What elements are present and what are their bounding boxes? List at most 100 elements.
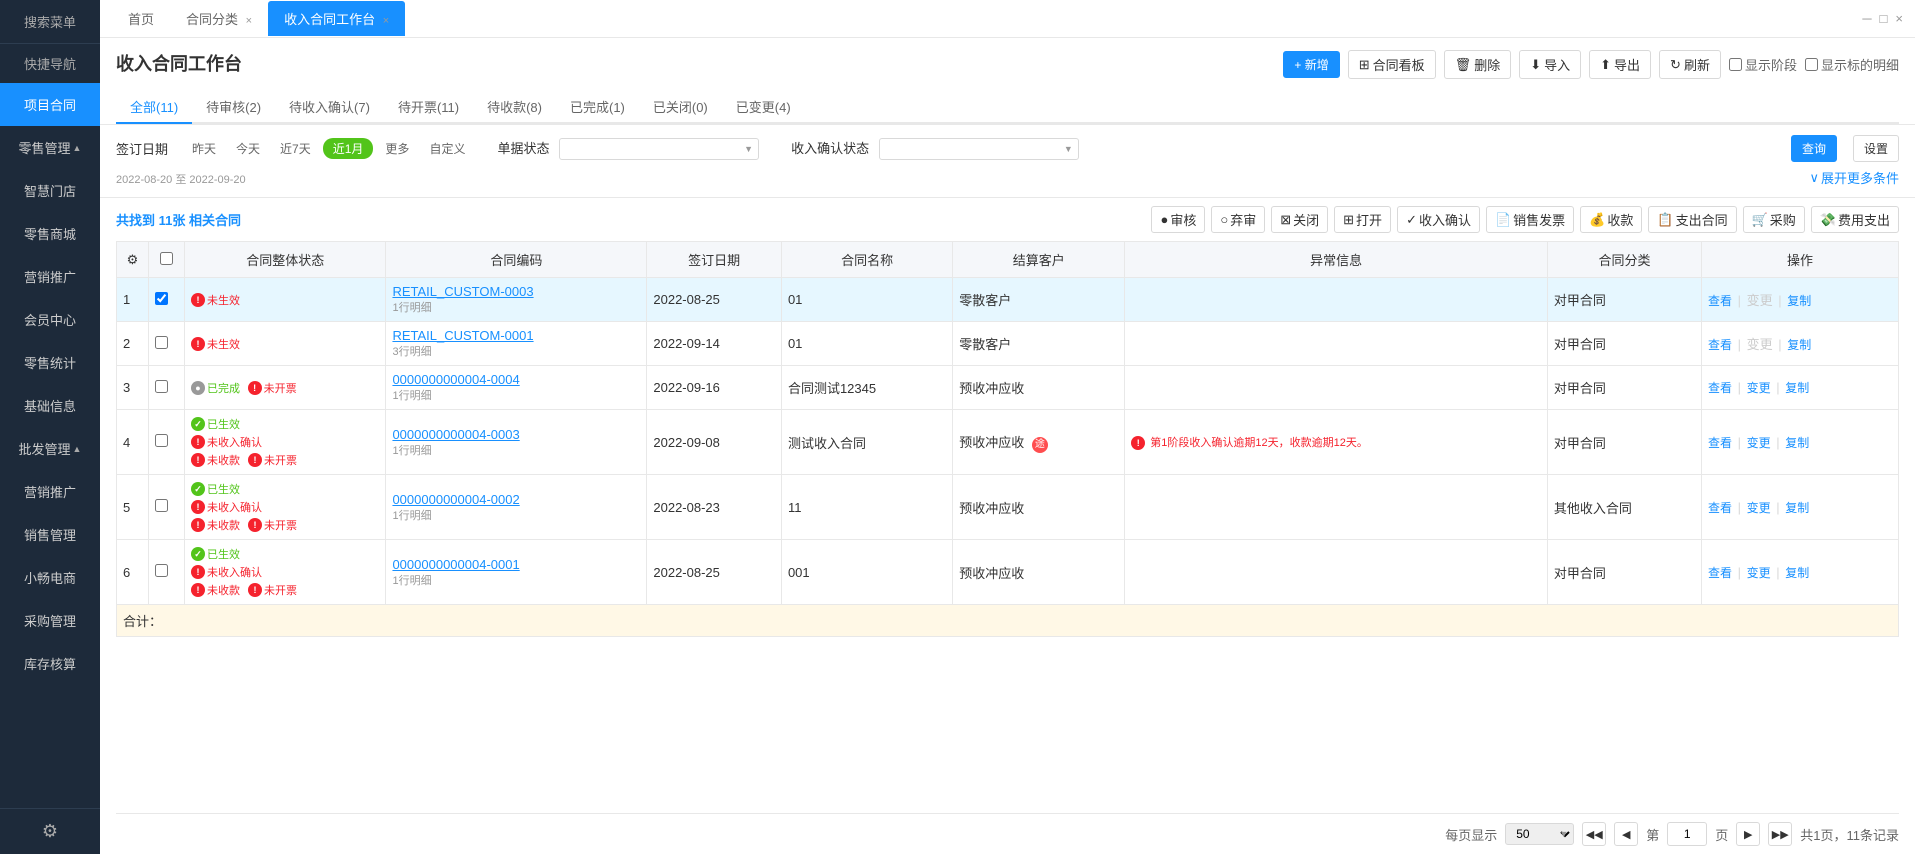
sidebar-quick-nav[interactable]: 快捷导航	[0, 44, 100, 83]
op-change[interactable]: 变更	[1747, 436, 1771, 450]
show-mark-checkbox[interactable]: 显示标的明细	[1805, 55, 1899, 74]
op-copy[interactable]: 复制	[1785, 566, 1809, 580]
refresh-button[interactable]: ↻ 刷新	[1659, 50, 1721, 79]
tab-pending-income-confirm[interactable]: 待收入确认(7)	[275, 91, 384, 124]
tab-closed[interactable]: 已关闭(0)	[639, 91, 722, 124]
page-last-btn[interactable]: ▶▶	[1768, 822, 1792, 846]
sidebar-item-retail-mgmt[interactable]: 零售管理▲	[0, 126, 100, 169]
action-income-confirm[interactable]: ✓ 收入确认	[1397, 206, 1480, 233]
contract-code-link[interactable]: 0000000000004-0001	[392, 557, 519, 572]
page-number-input[interactable]	[1667, 822, 1707, 846]
action-cancel-audit[interactable]: ○ 弃审	[1211, 206, 1265, 233]
page-first-btn[interactable]: ◀◀	[1582, 822, 1606, 846]
settings-button[interactable]: 设置	[1853, 135, 1899, 162]
doc-status-select[interactable]	[559, 138, 759, 160]
op-view[interactable]: 查看	[1708, 501, 1732, 515]
add-button[interactable]: + 新增	[1283, 51, 1339, 78]
show-stage-checkbox[interactable]: 显示阶段	[1729, 55, 1797, 74]
filter-last1month[interactable]: 近1月	[323, 138, 374, 159]
col-settings[interactable]: ⚙	[117, 242, 149, 278]
op-change[interactable]: 变更	[1747, 381, 1771, 395]
close-btn[interactable]: ×	[1895, 11, 1903, 26]
op-copy[interactable]: 复制	[1785, 436, 1809, 450]
page-next-btn[interactable]: ▶	[1736, 822, 1760, 846]
sidebar-item-marketing2[interactable]: 营销推广	[0, 470, 100, 513]
sidebar-item-wholesale-mgmt[interactable]: 批发管理▲	[0, 427, 100, 470]
filter-more[interactable]: 更多	[377, 138, 417, 159]
tab-pending-receipt[interactable]: 待收款(8)	[473, 91, 556, 124]
op-view[interactable]: 查看	[1708, 294, 1732, 308]
row-checkbox[interactable]	[155, 434, 168, 447]
contract-code-link[interactable]: 0000000000004-0002	[392, 492, 519, 507]
action-expense-contract[interactable]: 📋 支出合同	[1648, 206, 1736, 233]
action-sales-invoice[interactable]: 📄 销售发票	[1486, 206, 1574, 233]
contract-code-link[interactable]: RETAIL_CUSTOM-0003	[392, 284, 533, 299]
sidebar-item-smart-store[interactable]: 智慧门店	[0, 169, 100, 212]
contracts-table: ⚙ 合同整体状态 合同编码 签订日期 合同名称 结算客户 异常信息 合同分类 操…	[116, 241, 1899, 637]
select-all-checkbox[interactable]	[160, 252, 173, 265]
sidebar-item-xiaochangec[interactable]: 小畅电商	[0, 556, 100, 599]
op-view[interactable]: 查看	[1708, 381, 1732, 395]
filter-custom[interactable]: 自定义	[421, 138, 473, 159]
import-button[interactable]: ⬇ 导入	[1519, 50, 1581, 79]
maximize-btn[interactable]: □	[1880, 11, 1888, 26]
action-close[interactable]: ⊠ 关闭	[1271, 206, 1328, 233]
kanban-button[interactable]: ⊞ 合同看板	[1348, 50, 1436, 79]
op-view[interactable]: 查看	[1708, 436, 1732, 450]
tab-pending-invoice[interactable]: 待开票(11)	[384, 91, 473, 124]
tab-all[interactable]: 全部(11)	[116, 91, 192, 124]
sidebar-item-project[interactable]: 项目合同	[0, 83, 100, 126]
sidebar-item-retail-stat[interactable]: 零售统计	[0, 341, 100, 384]
op-copy[interactable]: 复制	[1785, 381, 1809, 395]
sidebar-search[interactable]: 搜索菜单	[0, 0, 100, 44]
filter-last7[interactable]: 近7天	[272, 138, 319, 159]
op-copy[interactable]: 复制	[1787, 338, 1811, 352]
action-expense-payment[interactable]: 💸 费用支出	[1811, 206, 1899, 233]
op-copy[interactable]: 复制	[1787, 294, 1811, 308]
filter-today[interactable]: 今天	[228, 138, 268, 159]
tab-completed[interactable]: 已完成(1)	[556, 91, 639, 124]
query-button[interactable]: 查询	[1791, 135, 1837, 162]
action-open[interactable]: ⊞ 打开	[1334, 206, 1391, 233]
row-checkbox[interactable]	[155, 292, 168, 305]
action-purchase[interactable]: 🛒 采购	[1743, 206, 1805, 233]
contract-code-link[interactable]: 0000000000004-0004	[392, 372, 519, 387]
sidebar-item-marketing[interactable]: 营销推广	[0, 255, 100, 298]
tab-contract-category[interactable]: 合同分类 ×	[170, 1, 268, 36]
op-view[interactable]: 查看	[1708, 338, 1732, 352]
tab-pending-review[interactable]: 待审核(2)	[192, 91, 275, 124]
export-button[interactable]: ⬆ 导出	[1589, 50, 1651, 79]
minimize-btn[interactable]: ─	[1862, 11, 1871, 26]
sidebar-settings[interactable]: ⚙	[0, 808, 100, 854]
page-prev-btn[interactable]: ◀	[1614, 822, 1638, 846]
sidebar-item-sales-mgmt[interactable]: 销售管理	[0, 513, 100, 556]
row-checkbox[interactable]	[155, 380, 168, 393]
row-checkbox[interactable]	[155, 336, 168, 349]
sidebar-item-purchase-mgmt[interactable]: 采购管理	[0, 599, 100, 642]
tab-changed[interactable]: 已变更(4)	[722, 91, 805, 124]
row-detail-count: 1行明细	[392, 299, 640, 315]
per-page-select[interactable]: 50 20 100	[1505, 823, 1574, 845]
sidebar-item-member[interactable]: 会员中心	[0, 298, 100, 341]
income-confirm-select[interactable]	[879, 138, 1079, 160]
tab-close-contract-category[interactable]: ×	[246, 15, 252, 27]
tab-home[interactable]: 首页	[112, 1, 170, 36]
tab-close-income-contract[interactable]: ×	[383, 15, 389, 27]
op-change[interactable]: 变更	[1747, 501, 1771, 515]
row-checkbox[interactable]	[155, 499, 168, 512]
contract-code-link[interactable]: RETAIL_CUSTOM-0001	[392, 328, 533, 343]
row-checkbox[interactable]	[155, 564, 168, 577]
filter-yesterday[interactable]: 昨天	[184, 138, 224, 159]
sidebar-item-inventory[interactable]: 库存核算	[0, 642, 100, 685]
op-change[interactable]: 变更	[1747, 566, 1771, 580]
expand-btn[interactable]: ∨ 展开更多条件	[1809, 168, 1899, 187]
action-receipt[interactable]: 💰 收款	[1580, 206, 1642, 233]
op-copy[interactable]: 复制	[1785, 501, 1809, 515]
tab-income-contract[interactable]: 收入合同工作台 ×	[268, 1, 405, 36]
op-view[interactable]: 查看	[1708, 566, 1732, 580]
contract-code-link[interactable]: 0000000000004-0003	[392, 427, 519, 442]
delete-button[interactable]: 🗑 删除	[1444, 50, 1512, 79]
sidebar-item-basic-info[interactable]: 基础信息	[0, 384, 100, 427]
sidebar-item-retail-mall[interactable]: 零售商城	[0, 212, 100, 255]
action-audit[interactable]: ● 审核	[1151, 206, 1205, 233]
